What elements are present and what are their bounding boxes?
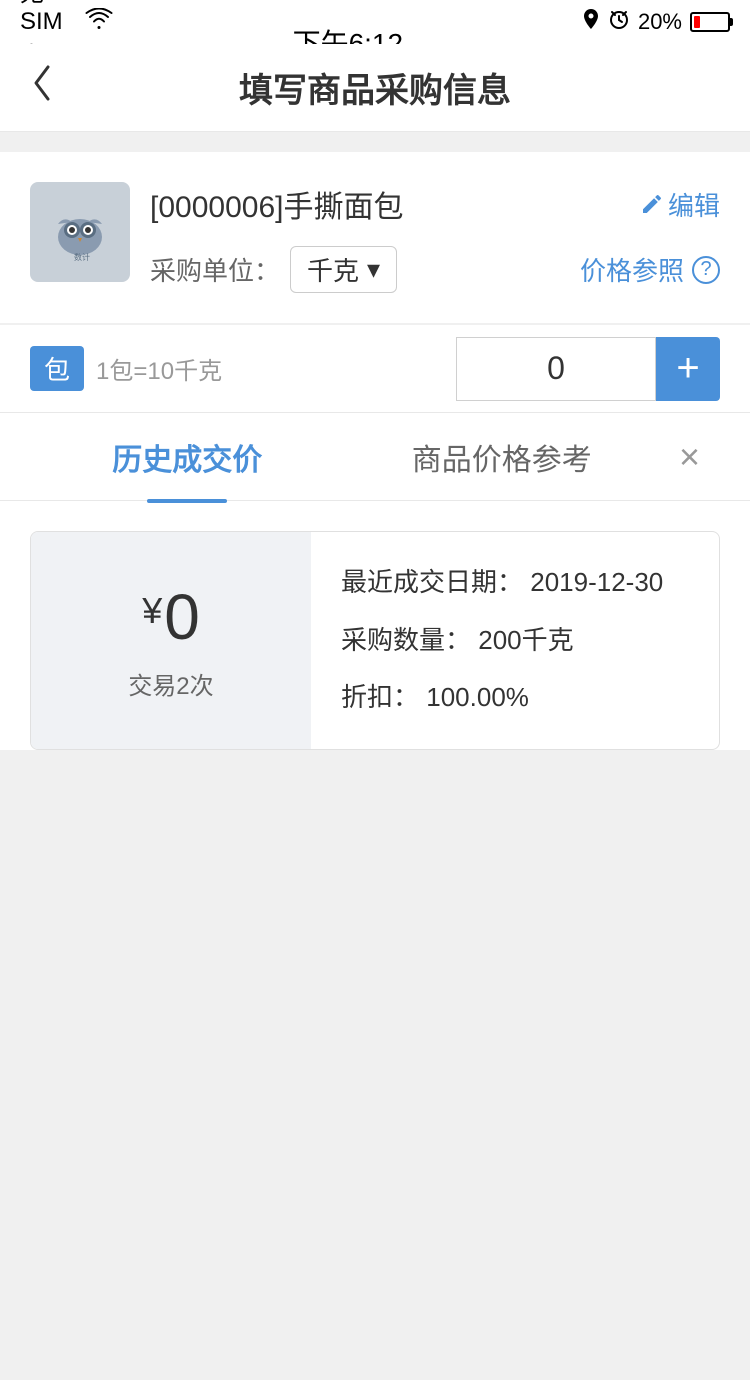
bottom-panel: 历史成交价 商品价格参考 × ¥ 0 交易2次 最近成交日期： 2019-12-… (0, 413, 750, 750)
purchase-qty-row: 采购数量： 200千克 (341, 620, 689, 662)
quantity-row: 包 1包=10千克 0 + (0, 325, 750, 413)
footer-area (0, 780, 750, 1380)
price-card-right: 最近成交日期： 2019-12-30 采购数量： 200千克 折扣： 100.0… (311, 532, 719, 749)
quantity-input[interactable]: 0 (456, 337, 656, 401)
edit-icon (640, 192, 664, 216)
price-value: 0 (164, 580, 200, 654)
location-icon (582, 8, 600, 36)
currency-symbol: ¥ (142, 590, 162, 632)
status-bar: 无 SIM 卡 下午6:12 20% (0, 0, 750, 44)
alarm-icon (608, 8, 630, 36)
price-amount: ¥ 0 (142, 580, 200, 654)
nav-header: 填写商品采购信息 (0, 44, 750, 132)
recent-date-row: 最近成交日期： 2019-12-30 (341, 562, 689, 604)
help-circle-icon: ? (692, 256, 720, 284)
unit-label: 采购单位： 千克 ▾ (150, 246, 397, 293)
product-thumbnail: 数计 (30, 182, 130, 282)
transaction-count: 交易2次 (128, 666, 213, 701)
tab-bar: 历史成交价 商品价格参考 × (0, 413, 750, 501)
tab-history-price[interactable]: 历史成交价 (30, 411, 344, 503)
unit-ratio: 1包=10千克 (96, 351, 222, 386)
edit-link[interactable]: 编辑 (640, 186, 720, 223)
discount-row: 折扣： 100.00% (341, 677, 689, 719)
battery-percent: 20% (638, 9, 682, 35)
dropdown-arrow-icon: ▾ (367, 254, 380, 285)
product-card: 数计 [0000006]手撕面包 编辑 采购单位： 千克 ▾ (0, 152, 750, 323)
svg-text:数计: 数计 (74, 252, 90, 262)
quantity-controls: 0 + (456, 337, 720, 401)
price-reference-link[interactable]: 价格参照 ? (580, 251, 720, 288)
unit-badge: 包 (30, 346, 84, 391)
battery-icon (690, 12, 730, 32)
tab-active-indicator (147, 499, 227, 503)
product-info: [0000006]手撕面包 编辑 采购单位： 千克 ▾ 价格 (150, 182, 720, 293)
page-title: 填写商品采购信息 (239, 63, 511, 112)
price-card: ¥ 0 交易2次 最近成交日期： 2019-12-30 采购数量： 200千克 … (30, 531, 720, 750)
unit-select-dropdown[interactable]: 千克 ▾ (290, 246, 397, 293)
product-name: [0000006]手撕面包 (150, 182, 403, 226)
status-right: 20% (582, 8, 730, 36)
tab-product-price-ref[interactable]: 商品价格参考 (344, 411, 658, 503)
tab-close-button[interactable]: × (659, 416, 720, 498)
back-button[interactable] (30, 53, 64, 122)
wifi-icon (84, 8, 114, 37)
quantity-plus-button[interactable]: + (656, 337, 720, 401)
price-card-left: ¥ 0 交易2次 (31, 532, 311, 749)
unit-info: 包 1包=10千克 (30, 346, 222, 391)
product-image-icon: 数计 (50, 202, 110, 262)
